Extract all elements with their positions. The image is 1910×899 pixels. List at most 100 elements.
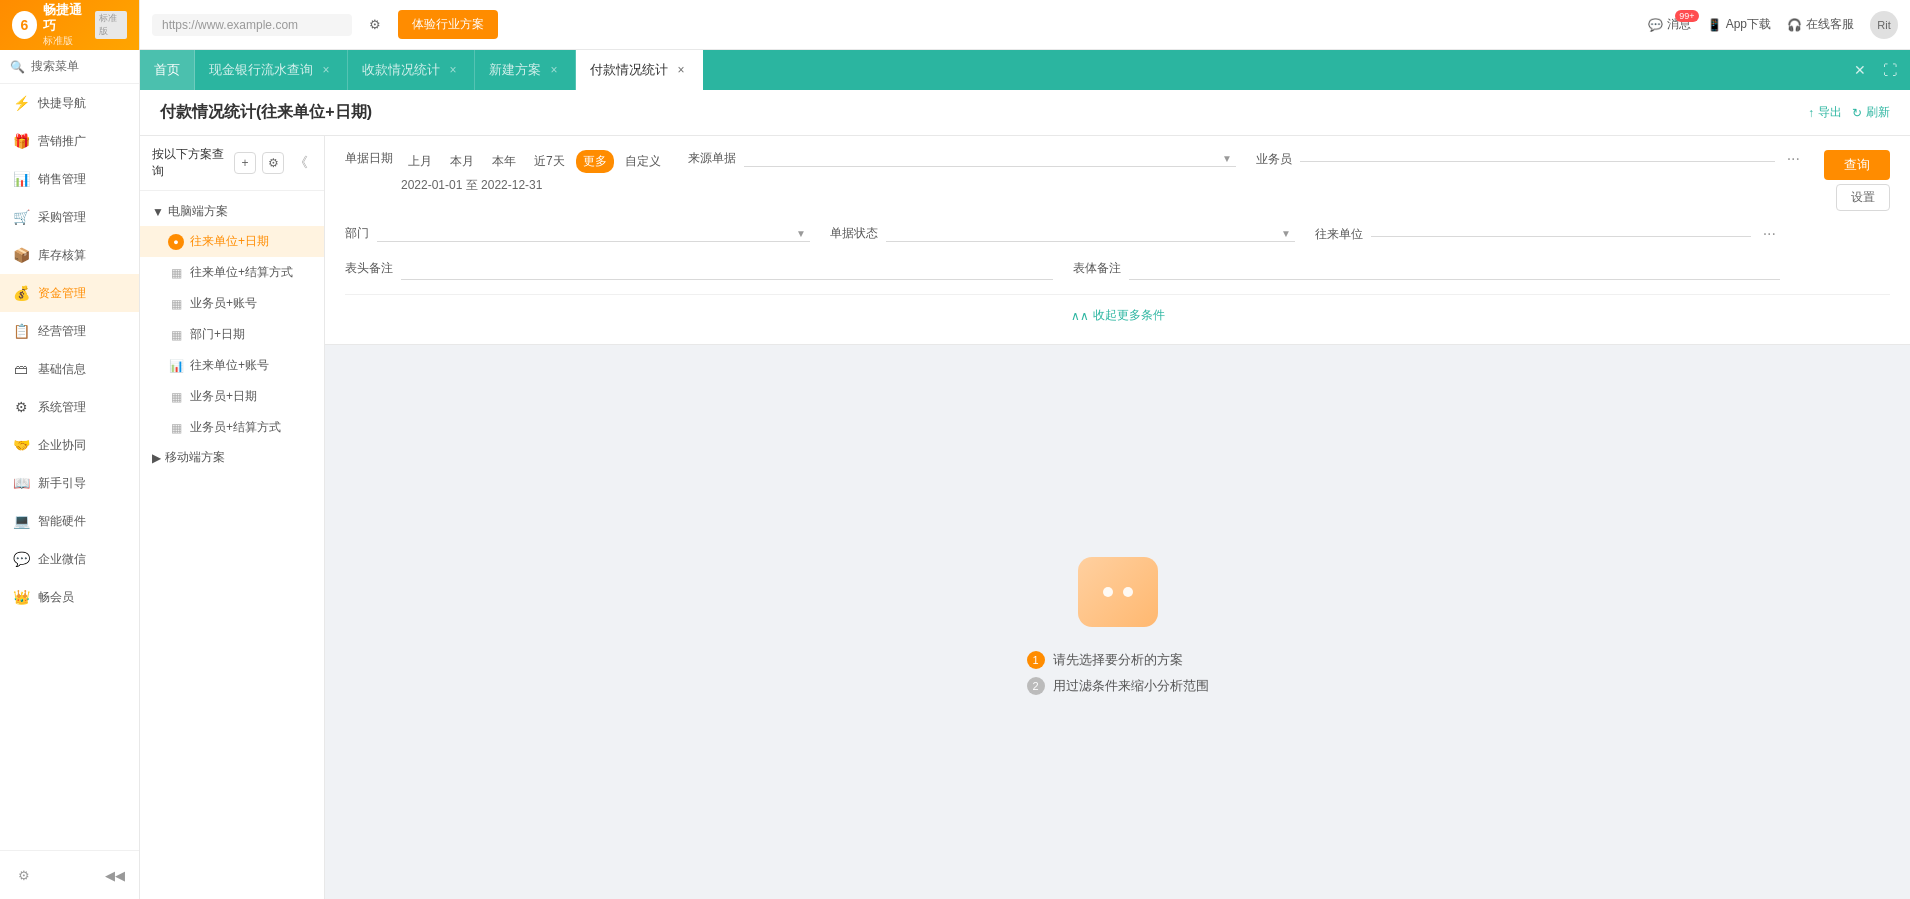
scheme-item-5[interactable]: ▦ 业务员+日期	[140, 381, 324, 412]
tab-expand-btn[interactable]: ⛶	[1878, 58, 1902, 82]
date-btn-this-month[interactable]: 本月	[443, 150, 481, 173]
sidebar-collapse-btn[interactable]: ◀◀	[101, 861, 129, 889]
search-menu-btn[interactable]: 🔍 搜索菜单	[0, 50, 139, 84]
sidebar-item-inventory[interactable]: 📦 库存核算	[0, 236, 139, 274]
body-note-input[interactable]	[1129, 257, 1781, 280]
date-label: 单据日期	[345, 150, 393, 167]
tab-receipts[interactable]: 收款情况统计 ×	[348, 50, 475, 90]
sidebar-item-hardware[interactable]: 💻 智能硬件	[0, 502, 139, 540]
tabbar-actions: ✕ ⛶	[1840, 50, 1910, 90]
tab-new-scheme-close[interactable]: ×	[547, 63, 561, 77]
sidebar-item-operation[interactable]: 📋 经营管理	[0, 312, 139, 350]
sidebar-settings-btn[interactable]: ⚙	[10, 861, 38, 889]
filter-group-date: 单据日期 上月 本月 本年 近7天 更多 自定义 20	[345, 150, 668, 194]
robot-wrapper	[1068, 549, 1168, 639]
query-button[interactable]: 查询	[1824, 150, 1890, 180]
header-note-input[interactable]	[401, 257, 1053, 280]
tab-bank-flow-close[interactable]: ×	[319, 63, 333, 77]
counterpart-select[interactable]	[1371, 232, 1751, 237]
user-avatar[interactable]: Rit	[1870, 11, 1898, 39]
member-icon: 👑	[12, 588, 30, 606]
date-btn-more[interactable]: 更多	[576, 150, 614, 173]
scheme-item-4[interactable]: 📊 往来单位+账号	[140, 350, 324, 381]
counterpart-more-btn[interactable]: ···	[1759, 225, 1780, 243]
scheme-settings-btn[interactable]: ⚙	[262, 152, 284, 174]
header-note-label: 表头备注	[345, 260, 393, 277]
trial-button[interactable]: 体验行业方案	[398, 10, 498, 39]
sidebar-item-purchase[interactable]: 🛒 采购管理	[0, 198, 139, 236]
refresh-label: 刷新	[1866, 104, 1890, 121]
date-btn-this-year[interactable]: 本年	[485, 150, 523, 173]
app-download-btn[interactable]: 📱 App下载	[1707, 16, 1771, 33]
tab-payment-stats[interactable]: 付款情况统计 ×	[576, 50, 703, 90]
counterpart-label: 往来单位	[1315, 226, 1363, 243]
schemes-group-mobile-header[interactable]: ▶ 移动端方案	[140, 443, 324, 472]
filter-settings-button[interactable]: 设置	[1836, 184, 1890, 211]
date-btn-7days[interactable]: 近7天	[527, 150, 572, 173]
tab-receipts-close[interactable]: ×	[446, 63, 460, 77]
sidebar-item-sales[interactable]: 📊 销售管理	[0, 160, 139, 198]
topbar-settings-btn[interactable]: ⚙	[360, 10, 390, 40]
add-icon: +	[241, 156, 248, 170]
tab-payment-stats-close[interactable]: ×	[674, 63, 688, 77]
scheme-item-2[interactable]: ▦ 业务员+账号	[140, 288, 324, 319]
source-select[interactable]: ▼	[744, 151, 1236, 167]
scheme-icon-3: ▦	[168, 327, 184, 343]
scheme-item-0[interactable]: ● 往来单位+日期	[140, 226, 324, 257]
sidebar-item-marketing[interactable]: 🎁 营销推广	[0, 122, 139, 160]
online-service-btn[interactable]: 🎧 在线客服	[1787, 16, 1854, 33]
add-scheme-btn[interactable]: +	[234, 152, 256, 174]
sidebar-item-wechat[interactable]: 💬 企业微信	[0, 540, 139, 578]
sidebar-footer: ⚙ ◀◀	[0, 850, 139, 899]
chevron-down-icon: ▼	[152, 205, 164, 219]
collapse-more-btn[interactable]: ∧∧ 收起更多条件	[1065, 301, 1171, 330]
status-select[interactable]: ▼	[886, 226, 1295, 242]
tab-new-scheme[interactable]: 新建方案 ×	[475, 50, 576, 90]
logo-text: 畅捷通巧	[43, 2, 89, 33]
scheme-item-label-6: 业务员+结算方式	[190, 419, 281, 436]
sidebar-item-label: 销售管理	[38, 171, 86, 188]
tab-home[interactable]: 首页	[140, 50, 195, 90]
sidebar-item-member[interactable]: 👑 畅会员	[0, 578, 139, 616]
guide-icon: 📖	[12, 474, 30, 492]
service-icon: 🎧	[1787, 18, 1802, 32]
operation-icon: 📋	[12, 322, 30, 340]
source-dropdown-icon: ▼	[1222, 153, 1232, 164]
export-btn[interactable]: ↑ 导出	[1808, 104, 1842, 121]
url-bar[interactable]: https://www.example.com	[152, 14, 352, 36]
date-btn-custom[interactable]: 自定义	[618, 150, 668, 173]
sidebar-item-label: 营销推广	[38, 133, 86, 150]
sidebar-item-guide[interactable]: 📖 新手引导	[0, 464, 139, 502]
sidebar-item-basic[interactable]: 🗃 基础信息	[0, 350, 139, 388]
sidebar-header: 6 畅捷通巧 标准版 标准版	[0, 0, 139, 50]
filter-group-header-note: 表头备注	[345, 257, 1053, 280]
tab-bank-flow[interactable]: 现金银行流水查询 ×	[195, 50, 348, 90]
page: 付款情况统计(往来单位+日期) ↑ 导出 ↻ 刷新 按以下方案查询 +	[140, 90, 1910, 899]
sidebar: 6 畅捷通巧 标准版 标准版 🔍 搜索菜单 ⚡ 快捷导航 🎁 营销推广 📊 销售…	[0, 0, 140, 899]
scheme-item-3[interactable]: ▦ 部门+日期	[140, 319, 324, 350]
status-dropdown-icon: ▼	[1281, 228, 1291, 239]
refresh-btn[interactable]: ↻ 刷新	[1852, 104, 1890, 121]
notifications-btn[interactable]: 💬 消息 99+	[1648, 16, 1691, 33]
scheme-icon-6: ▦	[168, 420, 184, 436]
scheme-item-1[interactable]: ▦ 往来单位+结算方式	[140, 257, 324, 288]
sales-icon: 📊	[12, 170, 30, 188]
date-btn-last-month[interactable]: 上月	[401, 150, 439, 173]
sidebar-item-enterprise[interactable]: 🤝 企业协同	[0, 426, 139, 464]
robot-right-eye	[1123, 587, 1133, 597]
salesman-more-btn[interactable]: ···	[1783, 150, 1804, 168]
source-label: 来源单据	[688, 150, 736, 167]
dept-select[interactable]: ▼	[377, 226, 810, 242]
sidebar-item-capital[interactable]: 💰 资金管理	[0, 274, 139, 312]
sidebar-item-quick-nav[interactable]: ⚡ 快捷导航	[0, 84, 139, 122]
tab-payment-stats-label: 付款情况统计	[590, 61, 668, 79]
scheme-item-6[interactable]: ▦ 业务员+结算方式	[140, 412, 324, 443]
sidebar-item-system[interactable]: ⚙ 系统管理	[0, 388, 139, 426]
tab-close-all-btn[interactable]: ✕	[1848, 58, 1872, 82]
schemes-group-pc-header[interactable]: ▼ 电脑端方案	[140, 197, 324, 226]
schemes-collapse-btn[interactable]: 《	[290, 152, 312, 174]
salesman-select[interactable]	[1300, 157, 1775, 162]
body-note-label: 表体备注	[1073, 260, 1121, 277]
capital-icon: 💰	[12, 284, 30, 302]
scheme-icon-2: ▦	[168, 296, 184, 312]
